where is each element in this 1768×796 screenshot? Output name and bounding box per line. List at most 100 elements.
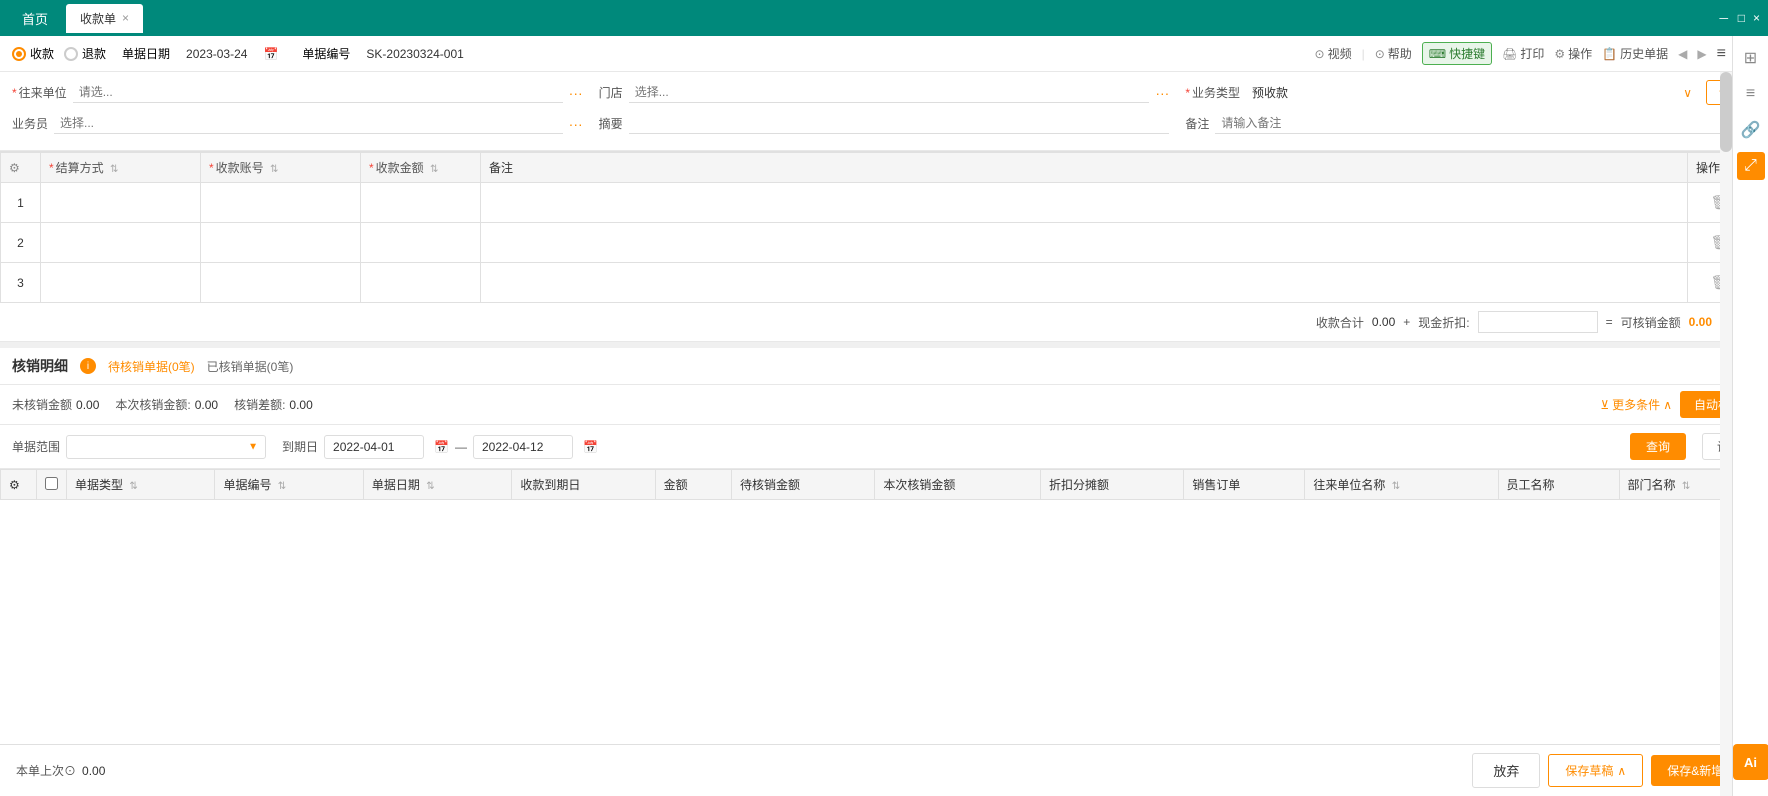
history-btn[interactable]: 📋 历史单据 bbox=[1602, 45, 1668, 62]
number-label: 单据编号 bbox=[302, 45, 350, 62]
tab-close-icon[interactable]: × bbox=[122, 11, 129, 25]
scroll-track[interactable] bbox=[1720, 72, 1732, 796]
row-amount-1[interactable] bbox=[361, 183, 481, 223]
remarks-input[interactable] bbox=[1215, 113, 1756, 134]
view-grid-btn[interactable]: ≡ bbox=[1717, 45, 1726, 63]
bt-col-date: 单据日期 ⇅ bbox=[363, 470, 511, 500]
verify-section: 核销明细 i 待核销单据(0笔) 已核销单据(0笔) 未核销金额 0.00 本次… bbox=[0, 342, 1768, 744]
settle-sort-icon[interactable]: ⇅ bbox=[110, 164, 118, 175]
summary-input[interactable] bbox=[629, 113, 1170, 134]
tab-current-label: 收款单 bbox=[80, 10, 116, 27]
range-field: 单据范围 bbox=[12, 435, 266, 459]
select-all-checkbox[interactable] bbox=[45, 477, 58, 490]
bt-col-settings[interactable]: ⚙ bbox=[1, 470, 37, 500]
store-input[interactable] bbox=[629, 82, 1150, 103]
staff-label: 业务员 bbox=[12, 115, 48, 132]
range-select[interactable] bbox=[66, 435, 266, 459]
save-draft-button[interactable]: 保存草稿 ∧ bbox=[1548, 754, 1643, 787]
total-value: 0.00 bbox=[1372, 315, 1395, 329]
diff-item: 核销差额: 0.00 bbox=[234, 396, 313, 413]
nav-next-btn[interactable]: ▶ bbox=[1697, 47, 1706, 61]
tab-home[interactable]: 首页 bbox=[8, 3, 62, 34]
draft-chevron-icon: ∧ bbox=[1617, 764, 1626, 778]
maximize-button[interactable]: □ bbox=[1738, 11, 1745, 25]
row-settle-3[interactable] bbox=[41, 263, 201, 303]
pending-tab[interactable]: 待核销单据(0笔) bbox=[108, 358, 195, 375]
bt-settings-icon[interactable]: ⚙ bbox=[9, 478, 20, 492]
bt-col-current: 本次核销金额 bbox=[875, 470, 1041, 500]
business-type-dropdown-icon[interactable]: ∨ bbox=[1683, 86, 1692, 100]
scroll-thumb[interactable] bbox=[1720, 72, 1732, 152]
minimize-button[interactable]: － bbox=[1718, 10, 1730, 27]
calendar-from-icon[interactable]: 📅 bbox=[434, 440, 449, 454]
business-type-field: 业务类型 预收款 ∨ 设置 bbox=[1185, 80, 1756, 105]
dept-sort-icon[interactable]: ⇅ bbox=[1682, 481, 1690, 492]
discount-input[interactable] bbox=[1478, 311, 1598, 333]
tab-bar-left: 首页 收款单 × bbox=[8, 3, 143, 34]
row-remark-1[interactable] bbox=[481, 183, 1688, 223]
row-account-1[interactable] bbox=[201, 183, 361, 223]
radio-refund[interactable]: 退款 bbox=[64, 45, 106, 62]
video-btn[interactable]: ⊙ 视频 bbox=[1315, 45, 1352, 62]
keyboard-icon: ⌨ bbox=[1429, 47, 1446, 61]
row-settle-1[interactable] bbox=[41, 183, 201, 223]
row-settle-2[interactable] bbox=[41, 223, 201, 263]
summary-bar: 未核销金额 0.00 本次核销金额: 0.00 核销差额: 0.00 ⊻ 更多条… bbox=[0, 385, 1768, 425]
row-account-3[interactable] bbox=[201, 263, 361, 303]
operation-btn[interactable]: ⚙ 操作 bbox=[1554, 45, 1592, 62]
verify-info-icon[interactable]: i bbox=[80, 358, 96, 374]
staff-more-icon[interactable]: ··· bbox=[569, 116, 583, 132]
type-sort-icon[interactable]: ⇅ bbox=[129, 481, 137, 492]
bt-col-partner: 往来单位名称 ⇅ bbox=[1305, 470, 1498, 500]
row-account-2[interactable] bbox=[201, 223, 361, 263]
plus-sign: + bbox=[1403, 315, 1410, 329]
date-from-input[interactable] bbox=[324, 435, 424, 459]
sidebar-list-icon[interactable]: ≡ bbox=[1737, 80, 1765, 108]
sidebar-link-icon[interactable]: 🔗 bbox=[1737, 116, 1765, 144]
calendar-icon[interactable]: 📅 bbox=[263, 47, 278, 61]
amount-sort-icon[interactable]: ⇅ bbox=[430, 164, 438, 175]
radio-receipt-label: 收款 bbox=[30, 45, 54, 62]
done-tab[interactable]: 已核销单据(0笔) bbox=[207, 358, 294, 375]
calendar-to-icon[interactable]: 📅 bbox=[583, 440, 598, 454]
partner-sort-icon[interactable]: ⇅ bbox=[1392, 481, 1400, 492]
sidebar-grid-icon[interactable]: ⊞ bbox=[1737, 44, 1765, 72]
partner-more-icon[interactable]: ··· bbox=[569, 85, 583, 101]
number-sort-icon[interactable]: ⇅ bbox=[278, 481, 286, 492]
form-area: 往来单位 ··· 门店 ··· 业务类型 预收款 ∨ 设置 业务员 ··· bbox=[0, 72, 1768, 151]
more-conditions-btn[interactable]: ⊻ 更多条件 ∧ bbox=[1600, 396, 1672, 413]
remarks-label: 备注 bbox=[1185, 115, 1209, 132]
date-to-input[interactable] bbox=[473, 435, 573, 459]
shortcut-btn[interactable]: ⌨ 快捷键 bbox=[1422, 42, 1492, 65]
bt-col-checkbox[interactable] bbox=[37, 470, 67, 500]
abandon-button[interactable]: 放弃 bbox=[1472, 753, 1540, 788]
row-amount-3[interactable] bbox=[361, 263, 481, 303]
store-more-icon[interactable]: ··· bbox=[1155, 85, 1169, 101]
sidebar-expand-icon[interactable]: ⤢ bbox=[1737, 152, 1765, 180]
staff-input[interactable] bbox=[54, 113, 563, 134]
tab-current[interactable]: 收款单 × bbox=[66, 4, 143, 33]
row-remark-2[interactable] bbox=[481, 223, 1688, 263]
partner-input[interactable] bbox=[73, 82, 563, 103]
help-btn[interactable]: ⊙ 帮助 bbox=[1375, 45, 1412, 62]
col-account-header: 收款账号 ⇅ bbox=[201, 153, 361, 183]
ai-badge[interactable]: Ai bbox=[1733, 744, 1768, 780]
account-sort-icon[interactable]: ⇅ bbox=[270, 164, 278, 175]
radio-refund-label: 退款 bbox=[82, 45, 106, 62]
tab-bar-right: － □ × bbox=[1718, 10, 1760, 27]
table-settings-icon[interactable]: ⚙ bbox=[9, 161, 20, 175]
close-window-button[interactable]: × bbox=[1753, 11, 1760, 25]
date-value: 2023-03-24 bbox=[186, 47, 247, 61]
col-settings[interactable]: ⚙ bbox=[1, 153, 41, 183]
nav-prev-btn[interactable]: ◀ bbox=[1678, 47, 1687, 61]
radio-receipt[interactable]: 收款 bbox=[12, 45, 54, 62]
date-sort-icon[interactable]: ⇅ bbox=[426, 481, 434, 492]
store-label: 门店 bbox=[599, 84, 623, 101]
query-button[interactable]: 查询 bbox=[1630, 433, 1686, 460]
row-remark-3[interactable] bbox=[481, 263, 1688, 303]
summary-field: 摘要 bbox=[599, 113, 1170, 134]
radio-refund-circle bbox=[64, 47, 78, 61]
row-amount-2[interactable] bbox=[361, 223, 481, 263]
footer-right: 放弃 保存草稿 ∧ 保存&新增 ∧ bbox=[1472, 753, 1752, 788]
print-btn[interactable]: 🖨 打印 bbox=[1502, 45, 1544, 62]
